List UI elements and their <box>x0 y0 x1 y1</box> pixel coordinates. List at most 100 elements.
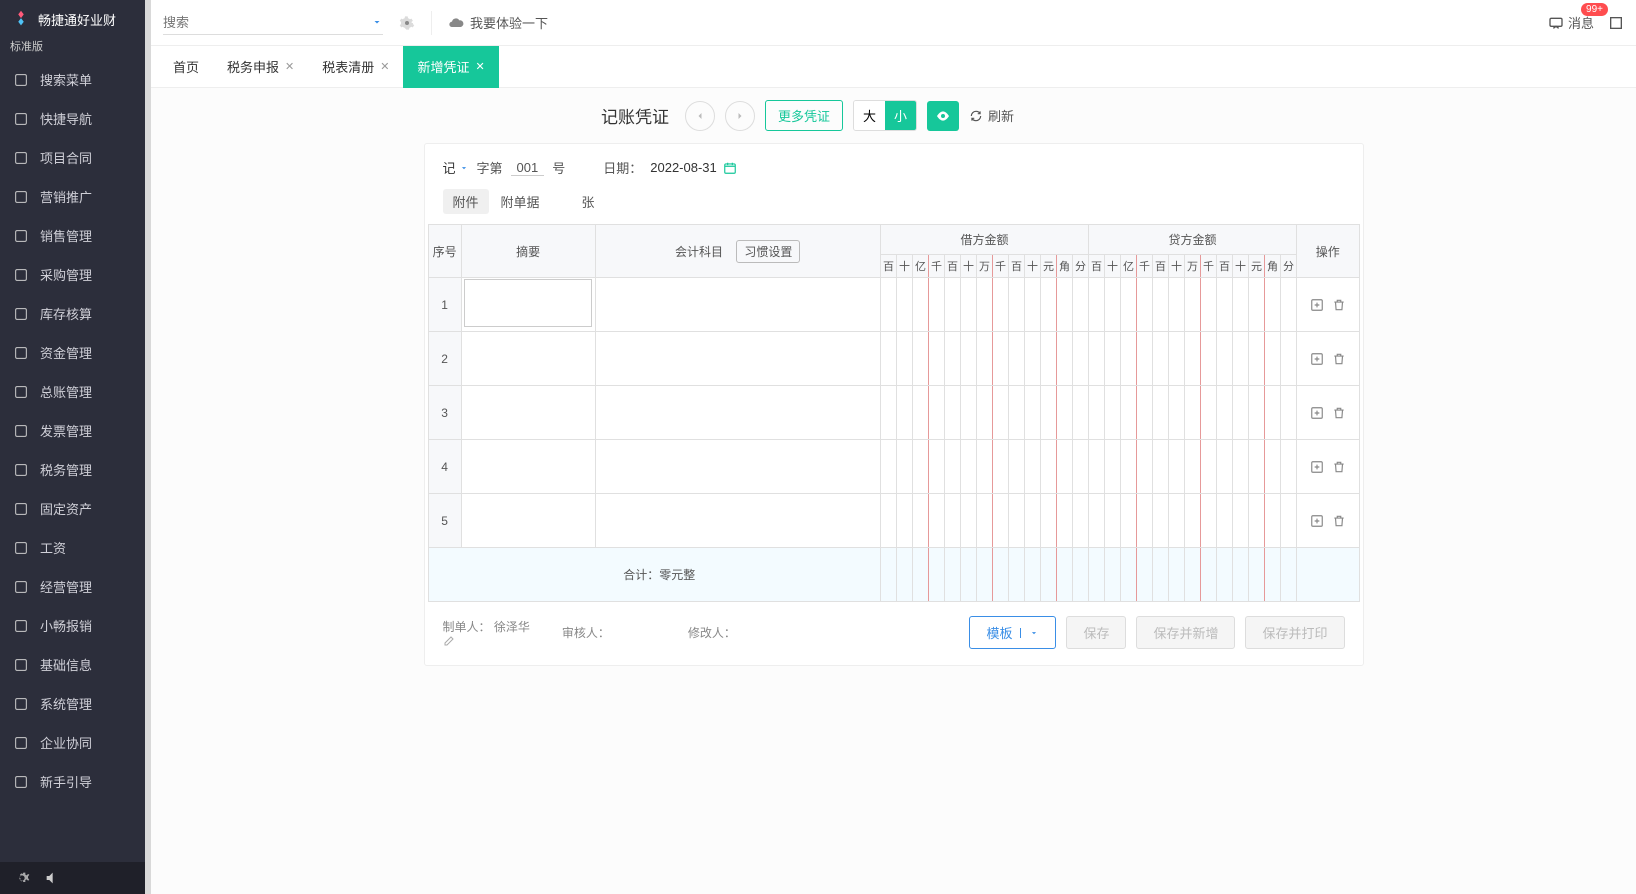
sidebar-item-6[interactable]: 库存核算 <box>0 294 145 333</box>
credit-cell-2-3[interactable] <box>1136 386 1152 440</box>
debit-cell-3-12[interactable] <box>1072 440 1088 494</box>
delete-row-icon-0[interactable] <box>1332 298 1346 312</box>
debit-cell-2-1[interactable] <box>896 386 912 440</box>
credit-cell-4-7[interactable] <box>1200 494 1216 548</box>
chevron-down-icon[interactable] <box>371 16 383 28</box>
credit-cell-4-3[interactable] <box>1136 494 1152 548</box>
subject-cell-4[interactable] <box>595 494 880 548</box>
credit-cell-3-12[interactable] <box>1280 440 1296 494</box>
voucher-date-input[interactable]: 2022-08-31 <box>650 160 737 175</box>
try-link[interactable]: 我要体验一下 <box>448 13 548 32</box>
debit-cell-2-10[interactable] <box>1040 386 1056 440</box>
add-row-icon-2[interactable] <box>1310 406 1324 420</box>
debit-cell-2-3[interactable] <box>928 386 944 440</box>
debit-cell-1-8[interactable] <box>1008 332 1024 386</box>
debit-cell-2-2[interactable] <box>912 386 928 440</box>
sidebar-item-3[interactable]: 营销推广 <box>0 177 145 216</box>
debit-cell-1-2[interactable] <box>912 332 928 386</box>
credit-cell-3-2[interactable] <box>1120 440 1136 494</box>
sidebar-scroll[interactable]: 搜索菜单快捷导航项目合同营销推广销售管理采购管理库存核算资金管理总账管理发票管理… <box>0 60 145 862</box>
template-button[interactable]: 模板 <box>969 616 1056 649</box>
debit-cell-1-12[interactable] <box>1072 332 1088 386</box>
debit-cell-2-12[interactable] <box>1072 386 1088 440</box>
credit-cell-4-10[interactable] <box>1248 494 1264 548</box>
debit-cell-0-9[interactable] <box>1024 278 1040 332</box>
credit-cell-4-0[interactable] <box>1088 494 1104 548</box>
credit-cell-1-12[interactable] <box>1280 332 1296 386</box>
sidebar-item-1[interactable]: 快捷导航 <box>0 99 145 138</box>
summary-cell-1[interactable] <box>461 332 595 386</box>
debit-cell-4-4[interactable] <box>944 494 960 548</box>
debit-cell-0-12[interactable] <box>1072 278 1088 332</box>
credit-cell-2-5[interactable] <box>1168 386 1184 440</box>
credit-cell-0-2[interactable] <box>1120 278 1136 332</box>
preview-button[interactable] <box>927 101 959 131</box>
credit-cell-3-0[interactable] <box>1088 440 1104 494</box>
expand-icon[interactable] <box>1608 15 1624 31</box>
credit-cell-1-9[interactable] <box>1232 332 1248 386</box>
sidebar-item-9[interactable]: 发票管理 <box>0 411 145 450</box>
delete-row-icon-1[interactable] <box>1332 352 1346 366</box>
credit-cell-1-6[interactable] <box>1184 332 1200 386</box>
debit-cell-3-6[interactable] <box>976 440 992 494</box>
credit-cell-4-11[interactable] <box>1264 494 1280 548</box>
debit-cell-2-6[interactable] <box>976 386 992 440</box>
sidebar-item-17[interactable]: 企业协同 <box>0 723 145 762</box>
debit-cell-0-10[interactable] <box>1040 278 1056 332</box>
credit-cell-3-1[interactable] <box>1104 440 1120 494</box>
credit-cell-2-11[interactable] <box>1264 386 1280 440</box>
subject-cell-2[interactable] <box>595 386 880 440</box>
credit-cell-0-11[interactable] <box>1264 278 1280 332</box>
credit-cell-0-10[interactable] <box>1248 278 1264 332</box>
credit-cell-1-4[interactable] <box>1152 332 1168 386</box>
credit-cell-3-5[interactable] <box>1168 440 1184 494</box>
credit-cell-1-11[interactable] <box>1264 332 1280 386</box>
add-row-icon-1[interactable] <box>1310 352 1324 366</box>
summary-input-0[interactable] <box>464 279 592 327</box>
credit-cell-3-11[interactable] <box>1264 440 1280 494</box>
message-button[interactable]: 消息 99+ <box>1548 13 1594 32</box>
credit-cell-1-1[interactable] <box>1104 332 1120 386</box>
debit-cell-3-8[interactable] <box>1008 440 1024 494</box>
debit-cell-4-5[interactable] <box>960 494 976 548</box>
credit-cell-3-9[interactable] <box>1232 440 1248 494</box>
credit-cell-0-6[interactable] <box>1184 278 1200 332</box>
debit-cell-2-8[interactable] <box>1008 386 1024 440</box>
debit-cell-3-9[interactable] <box>1024 440 1040 494</box>
summary-cell-0[interactable] <box>461 278 595 332</box>
sidebar-item-8[interactable]: 总账管理 <box>0 372 145 411</box>
sidebar-item-7[interactable]: 资金管理 <box>0 333 145 372</box>
credit-cell-0-8[interactable] <box>1216 278 1232 332</box>
debit-cell-2-7[interactable] <box>992 386 1008 440</box>
credit-cell-2-4[interactable] <box>1152 386 1168 440</box>
summary-cell-3[interactable] <box>461 440 595 494</box>
debit-cell-1-1[interactable] <box>896 332 912 386</box>
subject-cell-1[interactable] <box>595 332 880 386</box>
credit-cell-0-12[interactable] <box>1280 278 1296 332</box>
credit-cell-1-2[interactable] <box>1120 332 1136 386</box>
credit-cell-2-6[interactable] <box>1184 386 1200 440</box>
credit-cell-4-5[interactable] <box>1168 494 1184 548</box>
debit-cell-3-3[interactable] <box>928 440 944 494</box>
add-row-icon-0[interactable] <box>1310 298 1324 312</box>
template-dropdown-icon[interactable] <box>1020 628 1039 638</box>
credit-cell-3-10[interactable] <box>1248 440 1264 494</box>
debit-cell-4-11[interactable] <box>1056 494 1072 548</box>
credit-cell-4-6[interactable] <box>1184 494 1200 548</box>
debit-cell-0-6[interactable] <box>976 278 992 332</box>
debit-cell-1-10[interactable] <box>1040 332 1056 386</box>
debit-cell-3-5[interactable] <box>960 440 976 494</box>
credit-cell-0-3[interactable] <box>1136 278 1152 332</box>
credit-cell-3-6[interactable] <box>1184 440 1200 494</box>
credit-cell-1-10[interactable] <box>1248 332 1264 386</box>
credit-cell-4-2[interactable] <box>1120 494 1136 548</box>
credit-cell-1-3[interactable] <box>1136 332 1152 386</box>
debit-cell-1-6[interactable] <box>976 332 992 386</box>
attachment-tab[interactable]: 附件 <box>443 189 489 214</box>
debit-cell-4-0[interactable] <box>880 494 896 548</box>
credit-cell-3-4[interactable] <box>1152 440 1168 494</box>
debit-cell-2-11[interactable] <box>1056 386 1072 440</box>
credit-cell-4-4[interactable] <box>1152 494 1168 548</box>
sidebar-item-16[interactable]: 系统管理 <box>0 684 145 723</box>
debit-cell-0-7[interactable] <box>992 278 1008 332</box>
